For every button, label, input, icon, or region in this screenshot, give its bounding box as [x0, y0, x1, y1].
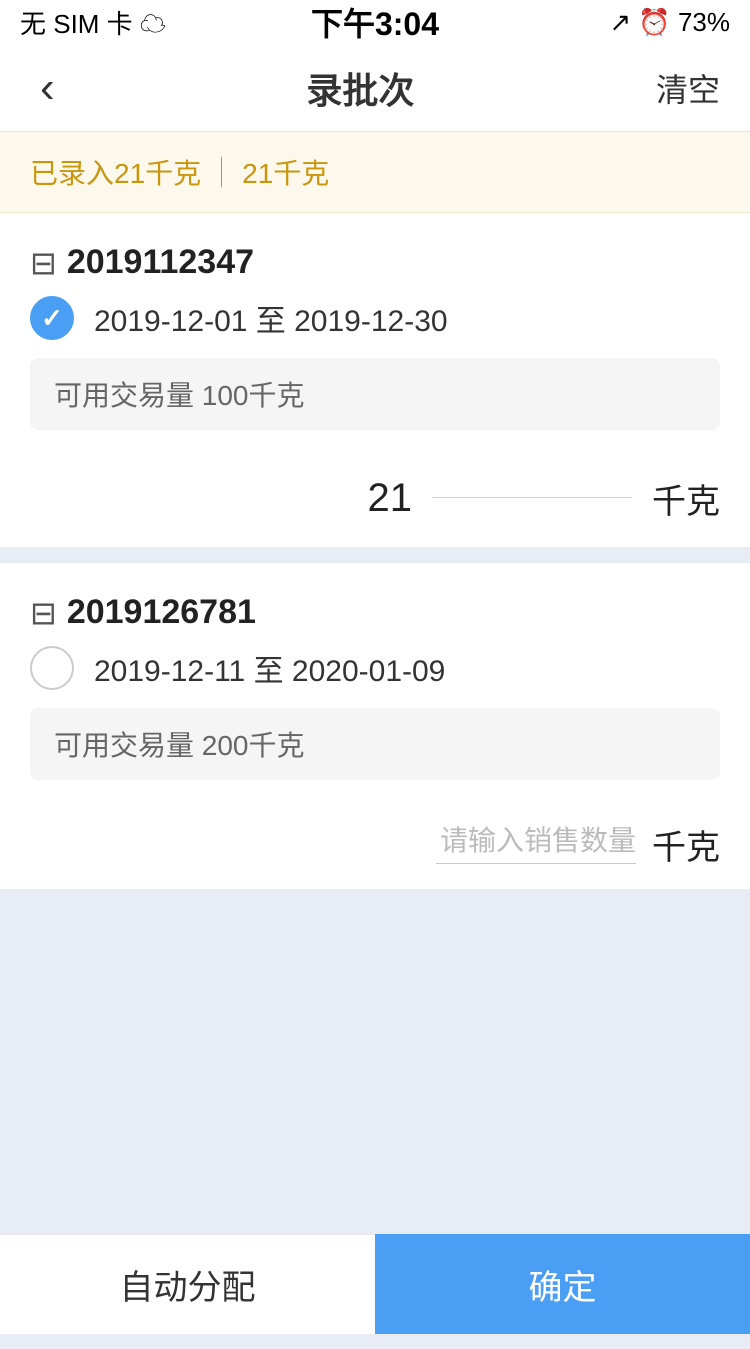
- battery-status: ↗ ⏰ 73%: [609, 7, 730, 38]
- batch2-date: 2019-12-11 至 2020-01-09: [94, 646, 445, 690]
- bottom-buttons: 自动分配 确定: [0, 1234, 750, 1334]
- status-bar: 无 SIM 卡 ☁ 下午3:04 ↗ ⏰ 73%: [0, 0, 750, 44]
- status-right: ↗ ⏰ 73%: [609, 7, 730, 38]
- summary-value: 21千克: [242, 152, 329, 192]
- summary-divider: [221, 157, 222, 187]
- batch1-available-qty: 可用交易量 100千克: [30, 358, 720, 430]
- batch1-id: 2019112347: [67, 243, 254, 282]
- sim-status: 无 SIM 卡 ☁: [20, 4, 166, 41]
- batch1-icon: ⊟: [30, 244, 57, 282]
- batch1-id-row: ⊟ 2019112347: [30, 243, 720, 282]
- batch1-date: 2019-12-01 至 2019-12-30: [94, 296, 448, 340]
- batch1-unit: 千克: [652, 474, 720, 523]
- batch2-unit: 千克: [652, 820, 720, 869]
- confirm-button[interactable]: 确定: [375, 1234, 750, 1334]
- batch1-quantity: 21: [368, 476, 413, 521]
- batch2-date-row: 2019-12-11 至 2020-01-09: [30, 646, 720, 690]
- summary-bar: 已录入21千克 21千克: [0, 132, 750, 213]
- batch-card-1: ⊟ 2019112347 2019-12-01 至 2019-12-30 可用交…: [0, 213, 750, 547]
- summary-label: 已录入21千克: [30, 152, 201, 192]
- batch2-quantity-input[interactable]: [336, 825, 636, 857]
- auto-assign-button[interactable]: 自动分配: [0, 1234, 375, 1334]
- batch2-id: 2019126781: [67, 593, 256, 632]
- batch1-radio[interactable]: [30, 296, 74, 340]
- batch2-input-container: [336, 825, 636, 864]
- clear-button[interactable]: 清空: [656, 65, 720, 111]
- batch2-icon: ⊟: [30, 594, 57, 632]
- status-time: 下午3:04: [311, 0, 439, 45]
- status-left: 无 SIM 卡 ☁: [20, 4, 166, 41]
- batch1-qty-row: 21 千克: [0, 450, 750, 547]
- batch2-radio[interactable]: [30, 646, 74, 690]
- batch-card-2: ⊟ 2019126781 2019-12-11 至 2020-01-09 可用交…: [0, 563, 750, 889]
- batch2-qty-row: 千克: [0, 800, 750, 889]
- nav-bar: ‹ 录批次 清空: [0, 44, 750, 132]
- batch2-available-qty: 可用交易量 200千克: [30, 708, 720, 780]
- section-divider-1: [0, 547, 750, 563]
- back-button[interactable]: ‹: [30, 53, 65, 123]
- batch1-date-row: 2019-12-01 至 2019-12-30: [30, 296, 720, 340]
- page-title: 录批次: [306, 62, 414, 114]
- batch2-id-row: ⊟ 2019126781: [30, 593, 720, 632]
